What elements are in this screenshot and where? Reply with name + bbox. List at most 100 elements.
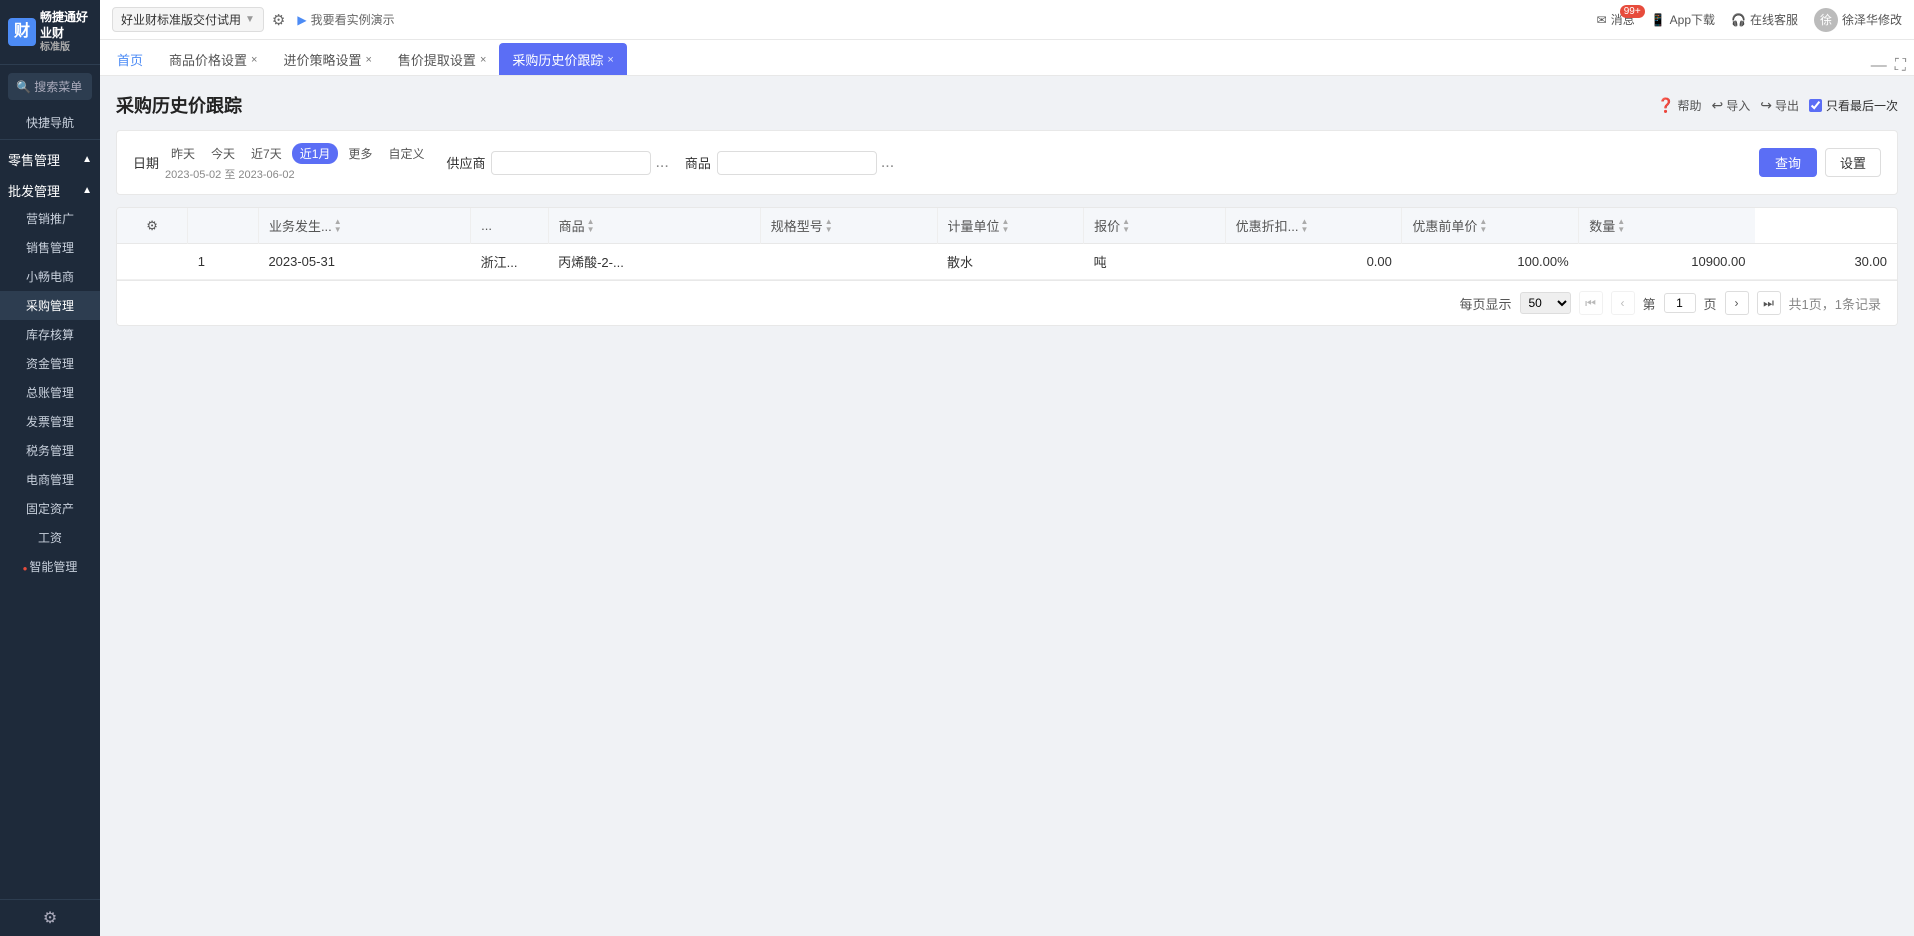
date-btn-more[interactable]: 更多	[342, 143, 378, 164]
query-button[interactable]: 查询	[1759, 148, 1817, 177]
export-icon: ↪	[1760, 97, 1772, 114]
sidebar-item-salary[interactable]: 工资	[0, 523, 100, 552]
help-icon: ❓	[1657, 97, 1674, 114]
sidebar-item-marketing[interactable]: 营销推广	[0, 204, 100, 233]
sidebar-item-accounting[interactable]: 总账管理	[0, 378, 100, 407]
col-header-date[interactable]: 业务发生... ▲▼	[258, 208, 470, 244]
minimize-button[interactable]: —	[1871, 57, 1887, 75]
per-page-select[interactable]: 50 20 100	[1520, 292, 1571, 314]
online-service-button[interactable]: 🎧 在线客服	[1731, 11, 1798, 28]
settings-button[interactable]: 设置	[1825, 148, 1881, 177]
sidebar-item-assets[interactable]: 固定资产	[0, 494, 100, 523]
date-btn-custom[interactable]: 自定义	[382, 143, 430, 164]
username-label: 徐泽华修改	[1842, 11, 1902, 28]
only-last-checkbox[interactable]	[1809, 99, 1822, 112]
col-header-preprice[interactable]: 优惠前单价 ▲▼	[1402, 208, 1579, 244]
logo-text: 畅捷通好业财	[40, 10, 92, 41]
sidebar-bottom: ⚙	[0, 899, 100, 936]
supplier-input[interactable]	[491, 151, 651, 175]
sort-arrows-price: ▲▼	[1122, 218, 1130, 234]
sidebar-item-tax[interactable]: 税务管理	[0, 436, 100, 465]
date-btn-today[interactable]: 今天	[205, 143, 241, 164]
date-btn-last7[interactable]: 近7天	[245, 143, 288, 164]
col-header-idx	[188, 208, 259, 244]
supplier-dots[interactable]: ...	[655, 154, 668, 172]
col-header-spec[interactable]: 规格型号 ▲▼	[760, 208, 937, 244]
date-btn-last1m[interactable]: 近1月	[292, 143, 339, 164]
sidebar-item-purchase[interactable]: 采购管理	[0, 291, 100, 320]
tab-purchase-strategy-label: 进价策略设置	[283, 50, 361, 69]
first-page-button[interactable]: ⏮	[1579, 291, 1603, 315]
row-discount: 100.00%	[1402, 244, 1579, 280]
sidebar-item-wholesale[interactable]: 批发管理 ▲	[0, 173, 100, 204]
search-menu-button[interactable]: 🔍 搜索菜单	[8, 73, 92, 100]
tab-home-label: 首页	[117, 50, 143, 69]
page-header-actions: ❓ 帮助 ↩ 导入 ↪ 导出 只看最后一次	[1657, 97, 1898, 114]
sidebar-item-label: 批发管理	[8, 181, 60, 200]
export-button[interactable]: ↪ 导出	[1760, 97, 1799, 114]
last-page-button[interactable]: ⏭	[1757, 291, 1781, 315]
play-icon: ▶	[297, 13, 306, 27]
row-spec	[760, 244, 937, 280]
tab-price[interactable]: 商品价格设置 ×	[156, 43, 270, 75]
filter-actions: 查询 设置	[1759, 148, 1881, 177]
sidebar-item-smart[interactable]: ●智能管理	[0, 552, 100, 581]
sort-arrows-qty: ▲▼	[1617, 218, 1625, 234]
help-button[interactable]: ❓ 帮助	[1657, 97, 1701, 114]
import-button[interactable]: ↩ 导入	[1711, 97, 1750, 114]
tab-home[interactable]: 首页	[104, 43, 156, 75]
sidebar-item-sales[interactable]: 销售管理	[0, 233, 100, 262]
user-menu[interactable]: 徐 徐泽华修改	[1814, 8, 1902, 32]
tab-sale-price[interactable]: 售价提取设置 ×	[385, 43, 499, 75]
col-header-dots[interactable]: ...	[471, 208, 548, 244]
sidebar-item-ecommerce-small[interactable]: 小畅电商	[0, 262, 100, 291]
product-name: 好业财标准版交付试用	[121, 11, 241, 28]
page-suffix: 页	[1704, 294, 1717, 313]
product-selector[interactable]: 好业财标准版交付试用 ▼	[112, 7, 264, 32]
prev-page-button[interactable]: ‹	[1611, 291, 1635, 315]
pagination-bar: 每页显示 50 20 100 ⏮ ‹ 第 页 › ⏭ 共1页，1条记录	[117, 280, 1897, 325]
col-header-price[interactable]: 报价 ▲▼	[1084, 208, 1225, 244]
chevron-up-icon: ▲	[82, 154, 92, 165]
filter-date-options: 昨天 今天 近7天 近1月 更多 自定义	[165, 143, 430, 164]
tab-history-price[interactable]: 采购历史价跟踪 ×	[499, 43, 626, 75]
sidebar-item-retail[interactable]: 零售管理 ▲	[0, 142, 100, 173]
product-dots[interactable]: ...	[881, 154, 894, 172]
demo-button[interactable]: ▶ 我要看实例演示	[297, 11, 394, 28]
tab-sale-price-label: 售价提取设置	[398, 50, 476, 69]
close-icon[interactable]: ×	[251, 54, 257, 66]
app-download-button[interactable]: 📱 App下载	[1651, 11, 1715, 28]
download-icon: 📱	[1651, 13, 1666, 27]
sidebar-item-inventory[interactable]: 库存核算	[0, 320, 100, 349]
topbar-settings-icon[interactable]: ⚙	[272, 11, 285, 29]
settings-icon[interactable]: ⚙	[43, 908, 57, 928]
tab-purchase-strategy[interactable]: 进价策略设置 ×	[270, 43, 384, 75]
gear-icon[interactable]: ⚙	[146, 218, 158, 233]
sidebar-item-quick-nav[interactable]: 快捷导航	[0, 108, 100, 137]
col-header-discount[interactable]: 优惠折扣... ▲▼	[1225, 208, 1402, 244]
filter-supplier-group: 供应商 ...	[446, 151, 668, 175]
next-page-button[interactable]: ›	[1725, 291, 1749, 315]
sort-arrows-discount: ▲▼	[1300, 218, 1308, 234]
logo-icon: 财	[8, 18, 36, 46]
sidebar-item-ecommerce[interactable]: 电商管理	[0, 465, 100, 494]
product-input[interactable]	[717, 151, 877, 175]
messages-button[interactable]: ✉ 消息 99+	[1597, 11, 1635, 28]
sort-arrows-unit: ▲▼	[1002, 218, 1010, 234]
page-input[interactable]	[1664, 293, 1696, 313]
maximize-button[interactable]: ⛶	[1895, 57, 1906, 75]
close-icon[interactable]: ×	[480, 54, 486, 66]
sidebar-item-finance[interactable]: 资金管理	[0, 349, 100, 378]
date-btn-yesterday[interactable]: 昨天	[165, 143, 201, 164]
tab-history-price-label: 采购历史价跟踪	[512, 50, 603, 69]
sidebar-item-invoice[interactable]: 发票管理	[0, 407, 100, 436]
only-last-checkbox-label[interactable]: 只看最后一次	[1809, 97, 1898, 114]
filter-row: 日期 昨天 今天 近7天 近1月 更多 自定义 2023-05-02 至 202…	[133, 143, 1881, 182]
close-icon[interactable]: ×	[607, 54, 613, 66]
close-icon[interactable]: ×	[365, 54, 371, 66]
col-header-unit[interactable]: 计量单位 ▲▼	[937, 208, 1084, 244]
per-page-label: 每页显示	[1459, 294, 1511, 313]
col-header-product[interactable]: 商品 ▲▼	[548, 208, 760, 244]
page-label: 第	[1643, 294, 1656, 313]
col-header-qty[interactable]: 数量 ▲▼	[1579, 208, 1756, 244]
